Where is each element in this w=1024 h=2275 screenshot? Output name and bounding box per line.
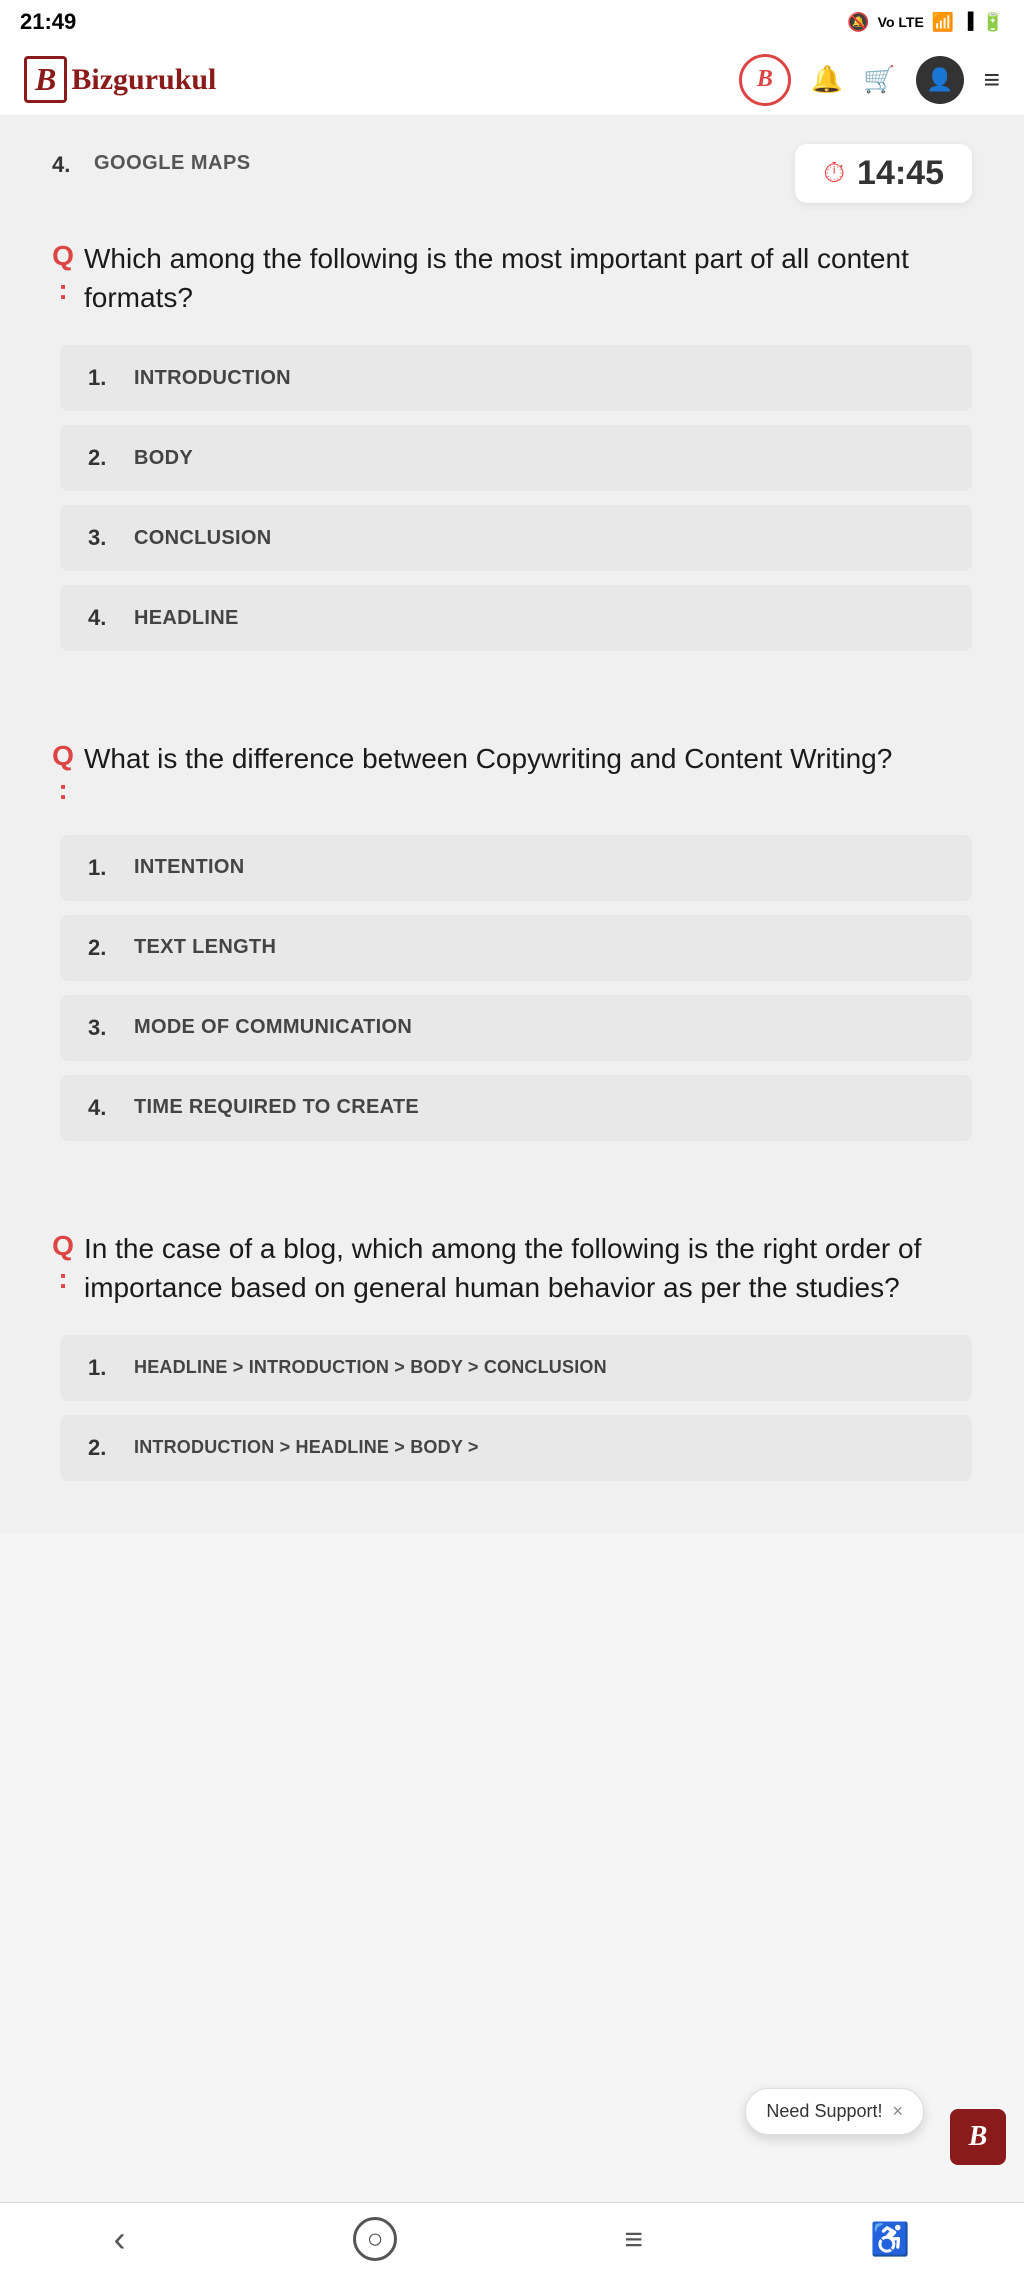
option-3-1-text: HEADLINE > INTRODUCTION > BODY > CONCLUS… bbox=[134, 1355, 607, 1380]
option-2-3[interactable]: 3. MODE OF COMMUNICATION bbox=[60, 995, 972, 1061]
brand-b-icon: B bbox=[757, 66, 773, 93]
option-2-1[interactable]: 1. INTENTION bbox=[60, 835, 972, 901]
option-3-2-num: 2. bbox=[88, 1435, 112, 1461]
option-1-4-text: HEADLINE bbox=[134, 607, 239, 630]
notification-icon[interactable]: 🔔 bbox=[811, 64, 843, 95]
option-1-2-text: BODY bbox=[134, 447, 193, 470]
option-1-2-num: 2. bbox=[88, 445, 112, 471]
option-1-4-num: 4. bbox=[88, 605, 112, 631]
support-b-icon: B bbox=[969, 2121, 988, 2153]
header-icons: B 🔔 🛒 👤 ≡ bbox=[739, 54, 1000, 106]
status-bar: 21:49 🔕 Vo LTE 📶 ▐ 🔋 bbox=[0, 0, 1024, 44]
timer-icon: ⏱ bbox=[823, 157, 845, 190]
logo-b-icon: B bbox=[24, 56, 67, 103]
support-close-button[interactable]: × bbox=[892, 2101, 903, 2122]
timer-badge: ⏱ 14:45 bbox=[795, 144, 972, 203]
option-1-2[interactable]: 2. BODY bbox=[60, 425, 972, 491]
q3-prefix: Q bbox=[52, 1229, 74, 1263]
question-2-options: 1. INTENTION 2. TEXT LENGTH 3. MODE OF C… bbox=[60, 835, 972, 1141]
item-num-4: 4. bbox=[52, 152, 80, 178]
q1-colon: : bbox=[58, 273, 67, 307]
option-2-2-text: TEXT LENGTH bbox=[134, 936, 276, 959]
question-3-options: 1. HEADLINE > INTRODUCTION > BODY > CONC… bbox=[60, 1335, 972, 1481]
battery-icon: ▐ bbox=[962, 13, 973, 31]
q3-label: Q : bbox=[52, 1229, 74, 1296]
wifi-icon: 📶 bbox=[932, 12, 954, 33]
option-1-3-num: 3. bbox=[88, 525, 112, 551]
header: BBizgurukul B 🔔 🛒 👤 ≡ bbox=[0, 44, 1024, 116]
q2-label: Q : bbox=[52, 739, 74, 806]
battery-low-icon: 🔋 bbox=[982, 12, 1004, 33]
avatar[interactable]: 👤 bbox=[916, 56, 964, 104]
option-1-4[interactable]: 4. HEADLINE bbox=[60, 585, 972, 651]
question-3-block: Q : In the case of a blog, which among t… bbox=[52, 1229, 972, 1481]
back-button[interactable]: ‹ bbox=[114, 2218, 126, 2260]
support-logo-button[interactable]: B bbox=[950, 2109, 1006, 2165]
question-3-header: Q : In the case of a blog, which among t… bbox=[52, 1229, 972, 1307]
accessibility-button[interactable]: ♿ bbox=[870, 2220, 910, 2258]
option-3-1[interactable]: 1. HEADLINE > INTRODUCTION > BODY > CONC… bbox=[60, 1335, 972, 1401]
question-2-header: Q : What is the difference between Copyw… bbox=[52, 739, 972, 806]
q2-colon: : bbox=[58, 773, 67, 807]
prev-item-4: 4. GOOGLE MAPS bbox=[52, 152, 251, 178]
q2-prefix: Q bbox=[52, 739, 74, 773]
option-2-4-num: 4. bbox=[88, 1095, 112, 1121]
question-2-block: Q : What is the difference between Copyw… bbox=[52, 739, 972, 1140]
item-label-4: GOOGLE MAPS bbox=[94, 152, 251, 175]
question-1-block: Q : Which among the following is the mos… bbox=[52, 239, 972, 651]
option-2-2[interactable]: 2. TEXT LENGTH bbox=[60, 915, 972, 981]
status-time: 21:49 bbox=[20, 9, 76, 35]
timer-text: 14:45 bbox=[857, 154, 944, 193]
logo-text: Bizgurukul bbox=[71, 63, 216, 97]
mute-icon: 🔕 bbox=[847, 12, 869, 33]
question-1-text: Which among the following is the most im… bbox=[84, 239, 972, 317]
q1-prefix: Q bbox=[52, 239, 74, 273]
status-icons: 🔕 Vo LTE 📶 ▐ 🔋 bbox=[847, 12, 1004, 33]
option-2-1-text: INTENTION bbox=[134, 856, 244, 879]
support-text: Need Support! bbox=[766, 2101, 882, 2122]
question-2-text: What is the difference between Copywriti… bbox=[84, 739, 892, 778]
option-1-1-text: INTRODUCTION bbox=[134, 367, 291, 390]
option-1-3-text: CONCLUSION bbox=[134, 527, 271, 550]
question-1-header: Q : Which among the following is the mos… bbox=[52, 239, 972, 317]
option-2-3-num: 3. bbox=[88, 1015, 112, 1041]
option-1-3[interactable]: 3. CONCLUSION bbox=[60, 505, 972, 571]
option-2-1-num: 1. bbox=[88, 855, 112, 881]
bottom-nav: ‹ ○ ≡ ♿ bbox=[0, 2202, 1024, 2275]
option-3-1-num: 1. bbox=[88, 1355, 112, 1381]
option-1-1[interactable]: 1. INTRODUCTION bbox=[60, 345, 972, 411]
option-2-2-num: 2. bbox=[88, 935, 112, 961]
option-2-4-text: TIME REQUIRED TO CREATE bbox=[134, 1096, 419, 1119]
option-1-1-num: 1. bbox=[88, 365, 112, 391]
brand-icon[interactable]: B bbox=[739, 54, 791, 106]
signal-text: Vo LTE bbox=[878, 14, 924, 30]
option-2-4[interactable]: 4. TIME REQUIRED TO CREATE bbox=[60, 1075, 972, 1141]
q3-colon: : bbox=[58, 1262, 67, 1296]
main-content: 4. GOOGLE MAPS ⏱ 14:45 Q : Which among t… bbox=[0, 116, 1024, 1533]
hamburger-icon[interactable]: ≡ bbox=[984, 64, 1000, 96]
option-2-3-text: MODE OF COMMUNICATION bbox=[134, 1016, 412, 1039]
menu-button[interactable]: ≡ bbox=[624, 2221, 643, 2258]
option-3-2-text: INTRODUCTION > HEADLINE > BODY > bbox=[134, 1435, 479, 1460]
logo: BBizgurukul bbox=[24, 56, 216, 103]
support-bubble[interactable]: Need Support! × bbox=[745, 2088, 924, 2135]
question-1-options: 1. INTRODUCTION 2. BODY 3. CONCLUSION 4.… bbox=[60, 345, 972, 651]
question-3-text: In the case of a blog, which among the f… bbox=[84, 1229, 972, 1307]
avatar-icon: 👤 bbox=[926, 67, 953, 93]
q1-label: Q : bbox=[52, 239, 74, 306]
option-3-2[interactable]: 2. INTRODUCTION > HEADLINE > BODY > bbox=[60, 1415, 972, 1481]
cart-icon[interactable]: 🛒 bbox=[863, 64, 895, 95]
home-button[interactable]: ○ bbox=[353, 2217, 397, 2261]
